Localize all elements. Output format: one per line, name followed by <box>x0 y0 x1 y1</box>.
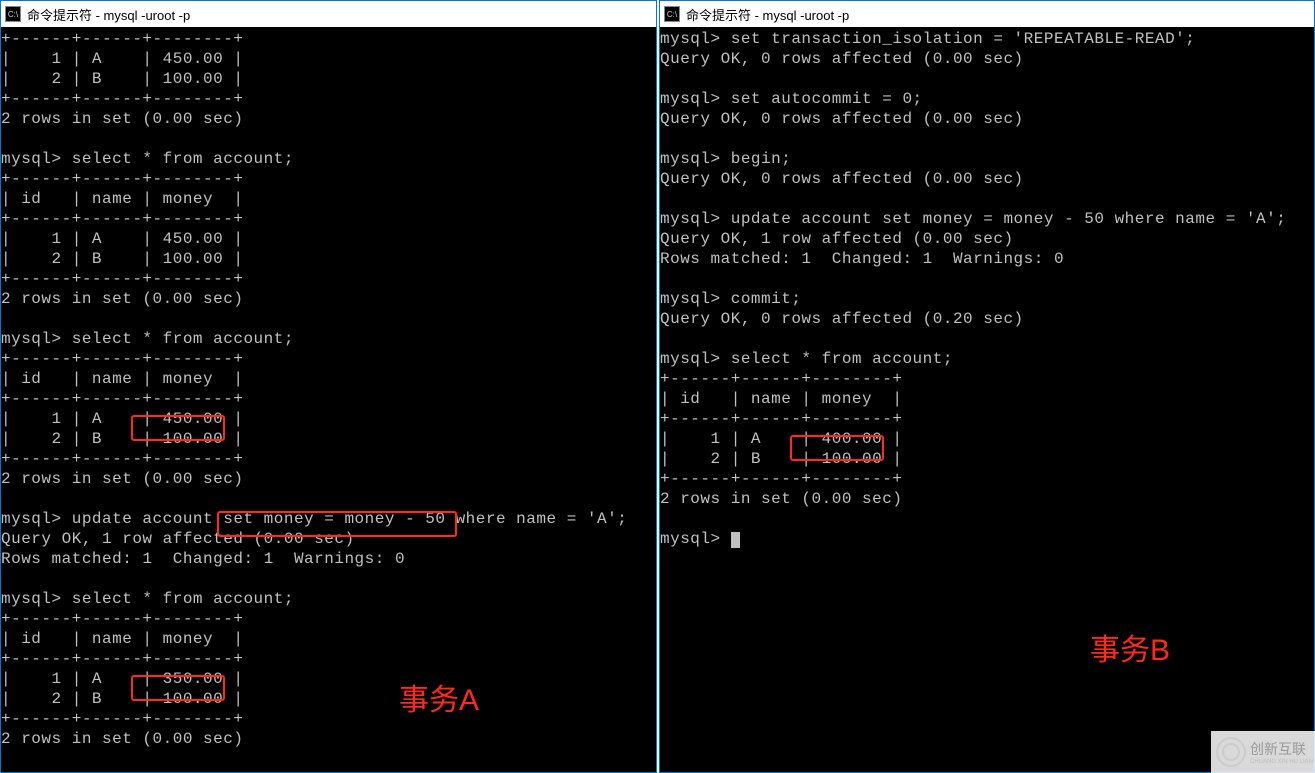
cmd-icon: C:\ <box>5 6 21 22</box>
watermark-logo-icon <box>1216 737 1246 767</box>
terminal-output-b[interactable]: mysql> set transaction_isolation = 'REPE… <box>660 27 1314 772</box>
titlebar-a[interactable]: C:\ 命令提示符 - mysql -uroot -p <box>1 1 656 27</box>
cmd-icon: C:\ <box>664 6 680 22</box>
window-title-b: 命令提示符 - mysql -uroot -p <box>686 5 849 24</box>
watermark: 创新互联 CHUANG XIN HU LIAN <box>1211 731 1315 773</box>
titlebar-b[interactable]: C:\ 命令提示符 - mysql -uroot -p <box>660 1 1314 27</box>
terminal-window-a: C:\ 命令提示符 - mysql -uroot -p +------+----… <box>0 0 657 773</box>
watermark-text: 创新互联 CHUANG XIN HU LIAN <box>1250 739 1313 765</box>
split-view: C:\ 命令提示符 - mysql -uroot -p +------+----… <box>0 0 1315 773</box>
terminal-window-b: C:\ 命令提示符 - mysql -uroot -p mysql> set t… <box>659 0 1315 773</box>
window-title-a: 命令提示符 - mysql -uroot -p <box>27 5 190 24</box>
terminal-output-a[interactable]: +------+------+--------+ | 1 | A | 450.0… <box>1 27 656 772</box>
